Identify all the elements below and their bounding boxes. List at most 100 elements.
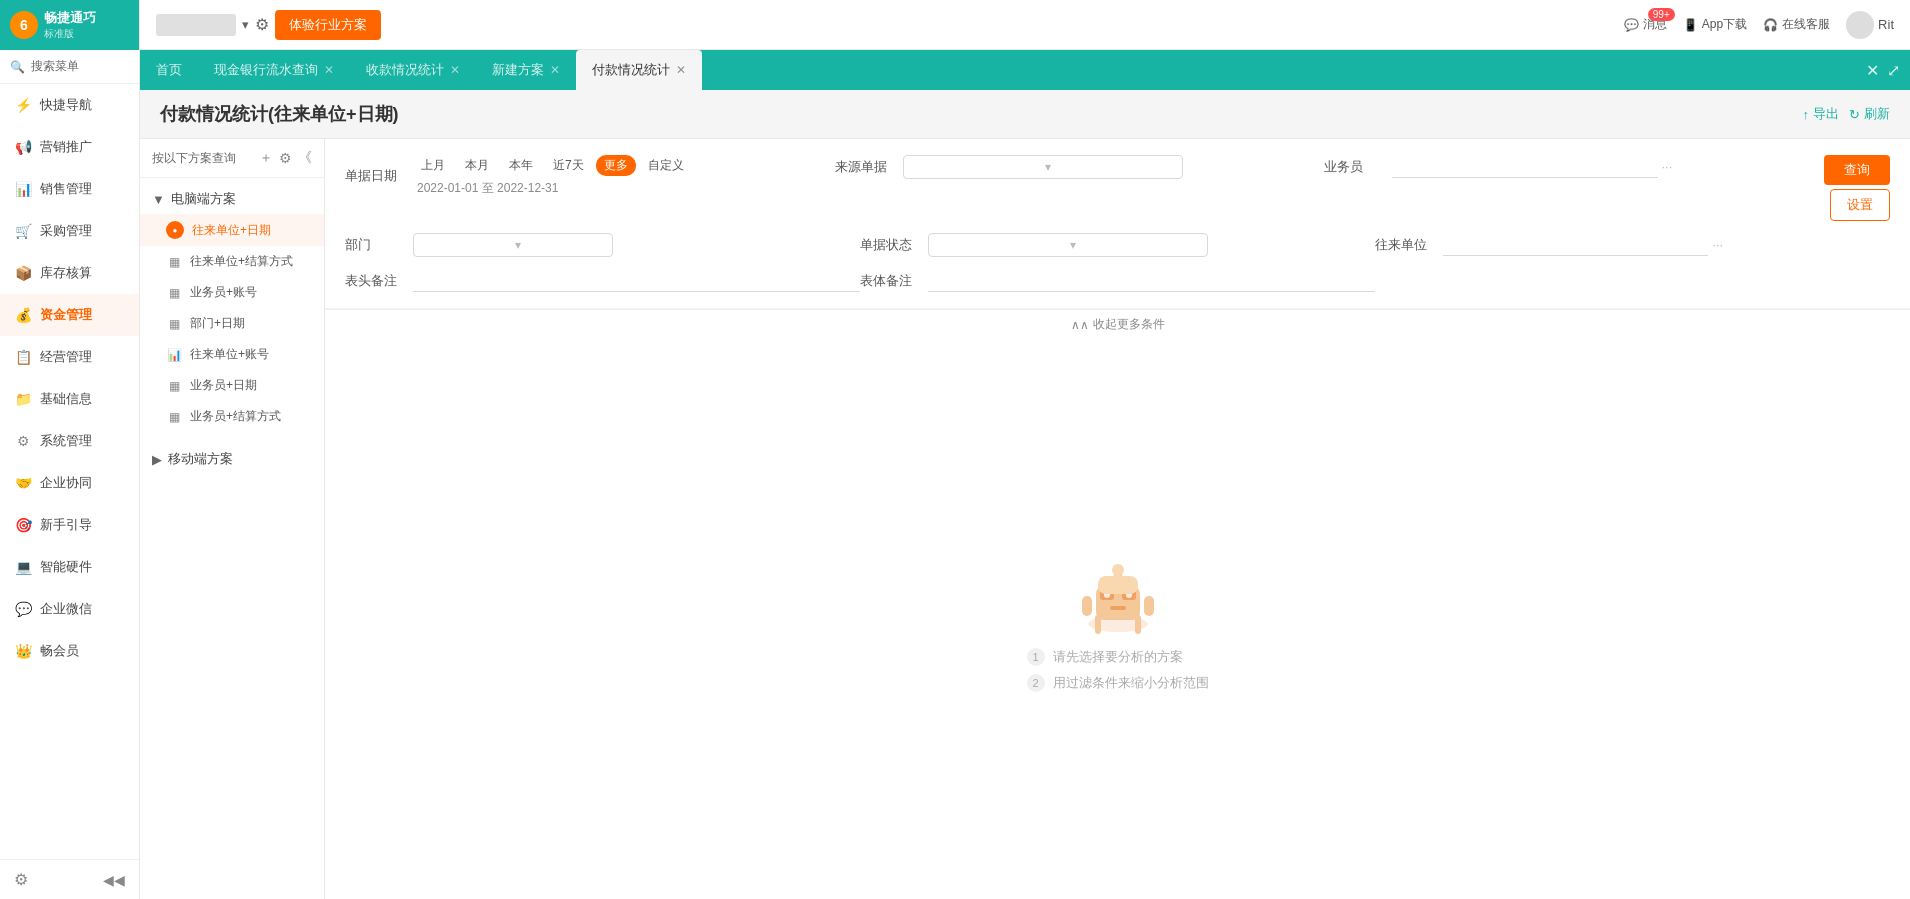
scheme-dept-date[interactable]: ▦ 部门+日期	[140, 308, 324, 339]
member-icon: 👑	[14, 642, 32, 660]
svg-rect-9	[1082, 596, 1092, 616]
nav-item-inventory[interactable]: 📦 库存核算	[0, 252, 139, 294]
nav-label-guide: 新手引导	[40, 516, 92, 534]
tab-bank-flow[interactable]: 现金银行流水查询 ✕	[198, 50, 350, 90]
quick-nav-icon: ⚡	[14, 96, 32, 114]
setting-button[interactable]: 设置	[1830, 189, 1890, 221]
export-button[interactable]: ↑ 导出	[1803, 105, 1840, 123]
pc-group-header[interactable]: ▼ 电脑端方案	[140, 184, 324, 214]
tab-payment-stats-label: 付款情况统计	[592, 61, 670, 79]
filter-source: 来源单据 ▾	[835, 155, 1325, 179]
refresh-button[interactable]: ↻ 刷新	[1849, 105, 1890, 123]
settings-gear-icon[interactable]: ⚙	[255, 15, 269, 34]
empty-tips: 1 请先选择要分析的方案 2 用过滤条件来缩小分析范围	[1027, 648, 1209, 692]
top-header: ▾ ⚙ 体验行业方案 💬 消息 99+ 📱 App下载 🎧 在线客服 Rit	[140, 0, 1910, 50]
scheme-icon-5: ▦	[166, 378, 182, 394]
pc-group-label: 电脑端方案	[171, 190, 236, 208]
header-note-input[interactable]	[413, 269, 860, 292]
counterpart-more-icon[interactable]: ···	[1712, 237, 1723, 252]
tab-bank-flow-close[interactable]: ✕	[324, 63, 334, 77]
scheme-unit-account[interactable]: 📊 往来单位+账号	[140, 339, 324, 370]
nav-item-enterprise[interactable]: 🤝 企业协同	[0, 462, 139, 504]
tab-payment-stats-close[interactable]: ✕	[676, 63, 686, 77]
source-select[interactable]: ▾	[903, 155, 1183, 179]
salesperson-label: 业务员	[1324, 158, 1384, 176]
nav-item-guide[interactable]: 🎯 新手引导	[0, 504, 139, 546]
nav-item-basic[interactable]: 📁 基础信息	[0, 378, 139, 420]
nav-item-quick[interactable]: ⚡ 快捷导航	[0, 84, 139, 126]
nav-label-operation: 经营管理	[40, 348, 92, 366]
footer-collapse-icon[interactable]: ◀◀	[103, 872, 125, 888]
header-dropdown-icon[interactable]: ▾	[242, 17, 249, 32]
doc-status-select[interactable]: ▾	[928, 233, 1208, 257]
nav-item-member[interactable]: 👑 畅会员	[0, 630, 139, 672]
trial-button[interactable]: 体验行业方案	[275, 10, 381, 40]
counterpart-input[interactable]	[1443, 233, 1708, 256]
add-scheme-btn[interactable]: ＋	[259, 149, 273, 167]
tip-text-2: 用过滤条件来缩小分析范围	[1053, 674, 1209, 692]
scheme-icon-2: ▦	[166, 285, 182, 301]
tab-home[interactable]: 首页	[140, 50, 198, 90]
header-user-area: ▾ ⚙ 体验行业方案	[156, 10, 1612, 40]
svg-point-11	[1112, 564, 1124, 576]
nav-item-finance[interactable]: 💰 资金管理	[0, 294, 139, 336]
nav-item-operation[interactable]: 📋 经营管理	[0, 336, 139, 378]
scheme-salesperson-date[interactable]: ▦ 业务员+日期	[140, 370, 324, 401]
wechat-icon: 💬	[14, 600, 32, 618]
nav-item-hardware[interactable]: 💻 智能硬件	[0, 546, 139, 588]
dept-select[interactable]: ▾	[413, 233, 613, 257]
nav-item-sales[interactable]: 📊 销售管理	[0, 168, 139, 210]
tab-bar-right: ✕ ⤢	[1866, 61, 1910, 80]
sidebar-search[interactable]: 🔍 搜索菜单	[0, 50, 139, 84]
nav-label-quick: 快捷导航	[40, 96, 92, 114]
avatar	[1846, 11, 1874, 39]
filter-row-2: 部门 ▾ 单据状态 ▾	[345, 233, 1890, 257]
tab-new-scheme[interactable]: 新建方案 ✕	[476, 50, 576, 90]
user-info[interactable]: Rit	[1846, 11, 1894, 39]
nav-item-wechat[interactable]: 💬 企业微信	[0, 588, 139, 630]
search-label: 搜索菜单	[31, 58, 79, 75]
filter-salesperson: 业务员 ···	[1324, 155, 1814, 178]
nav-item-purchase[interactable]: 🛒 采购管理	[0, 210, 139, 252]
date-btn-7days[interactable]: 近7天	[545, 155, 592, 176]
left-panel: 按以下方案查询 ＋ ⚙ 《 ▼ 电脑端方案 ●	[140, 139, 325, 899]
nav-item-marketing[interactable]: 📢 营销推广	[0, 126, 139, 168]
nav-item-system[interactable]: ⚙ 系统管理	[0, 420, 139, 462]
tab-receipt-stats[interactable]: 收款情况统计 ✕	[350, 50, 476, 90]
tab-new-scheme-close[interactable]: ✕	[550, 63, 560, 77]
date-btn-this-month[interactable]: 本月	[457, 155, 497, 176]
date-btn-this-year[interactable]: 本年	[501, 155, 541, 176]
app-download-action[interactable]: 📱 App下载	[1683, 16, 1747, 33]
date-btn-more[interactable]: 更多	[596, 155, 636, 176]
scheme-unit-date[interactable]: ● 往来单位+日期	[140, 214, 324, 246]
active-scheme-indicator: ●	[166, 221, 184, 239]
header-note-label: 表头备注	[345, 272, 405, 290]
collapse-up-icon: ∧∧	[1071, 318, 1089, 332]
scheme-unit-account-label: 往来单位+账号	[190, 346, 269, 363]
collapse-panel-btn[interactable]: 《	[298, 149, 312, 167]
main-area: ▾ ⚙ 体验行业方案 💬 消息 99+ 📱 App下载 🎧 在线客服 Rit	[140, 0, 1910, 899]
scheme-unit-settle[interactable]: ▦ 往来单位+结算方式	[140, 246, 324, 277]
export-label: 导出	[1813, 105, 1839, 123]
nav-label-sales: 销售管理	[40, 180, 92, 198]
tab-close-all-btn[interactable]: ✕	[1866, 61, 1879, 80]
salesperson-more-icon[interactable]: ···	[1662, 159, 1673, 174]
scheme-salesperson-account[interactable]: ▦ 业务员+账号	[140, 277, 324, 308]
salesperson-input[interactable]	[1392, 155, 1657, 178]
scheme-salesperson-settle[interactable]: ▦ 业务员+结算方式	[140, 401, 324, 432]
message-action[interactable]: 💬 消息 99+	[1624, 16, 1667, 33]
date-btn-custom[interactable]: 自定义	[640, 155, 692, 176]
tab-expand-btn[interactable]: ⤢	[1887, 61, 1900, 80]
query-button[interactable]: 查询	[1824, 155, 1890, 185]
scheme-settings-btn[interactable]: ⚙	[279, 150, 292, 166]
action-buttons: 查询 设置	[1824, 155, 1890, 221]
app-icon: 📱	[1683, 18, 1698, 32]
collapse-bar[interactable]: ∧∧ 收起更多条件	[325, 309, 1910, 339]
service-action[interactable]: 🎧 在线客服	[1763, 16, 1830, 33]
body-note-input[interactable]	[928, 269, 1375, 292]
date-btn-last-month[interactable]: 上月	[413, 155, 453, 176]
tab-payment-stats[interactable]: 付款情况统计 ✕	[576, 50, 702, 90]
footer-settings-icon[interactable]: ⚙	[14, 870, 28, 889]
tab-receipt-stats-close[interactable]: ✕	[450, 63, 460, 77]
mobile-group-header[interactable]: ▶ 移动端方案	[140, 444, 324, 474]
